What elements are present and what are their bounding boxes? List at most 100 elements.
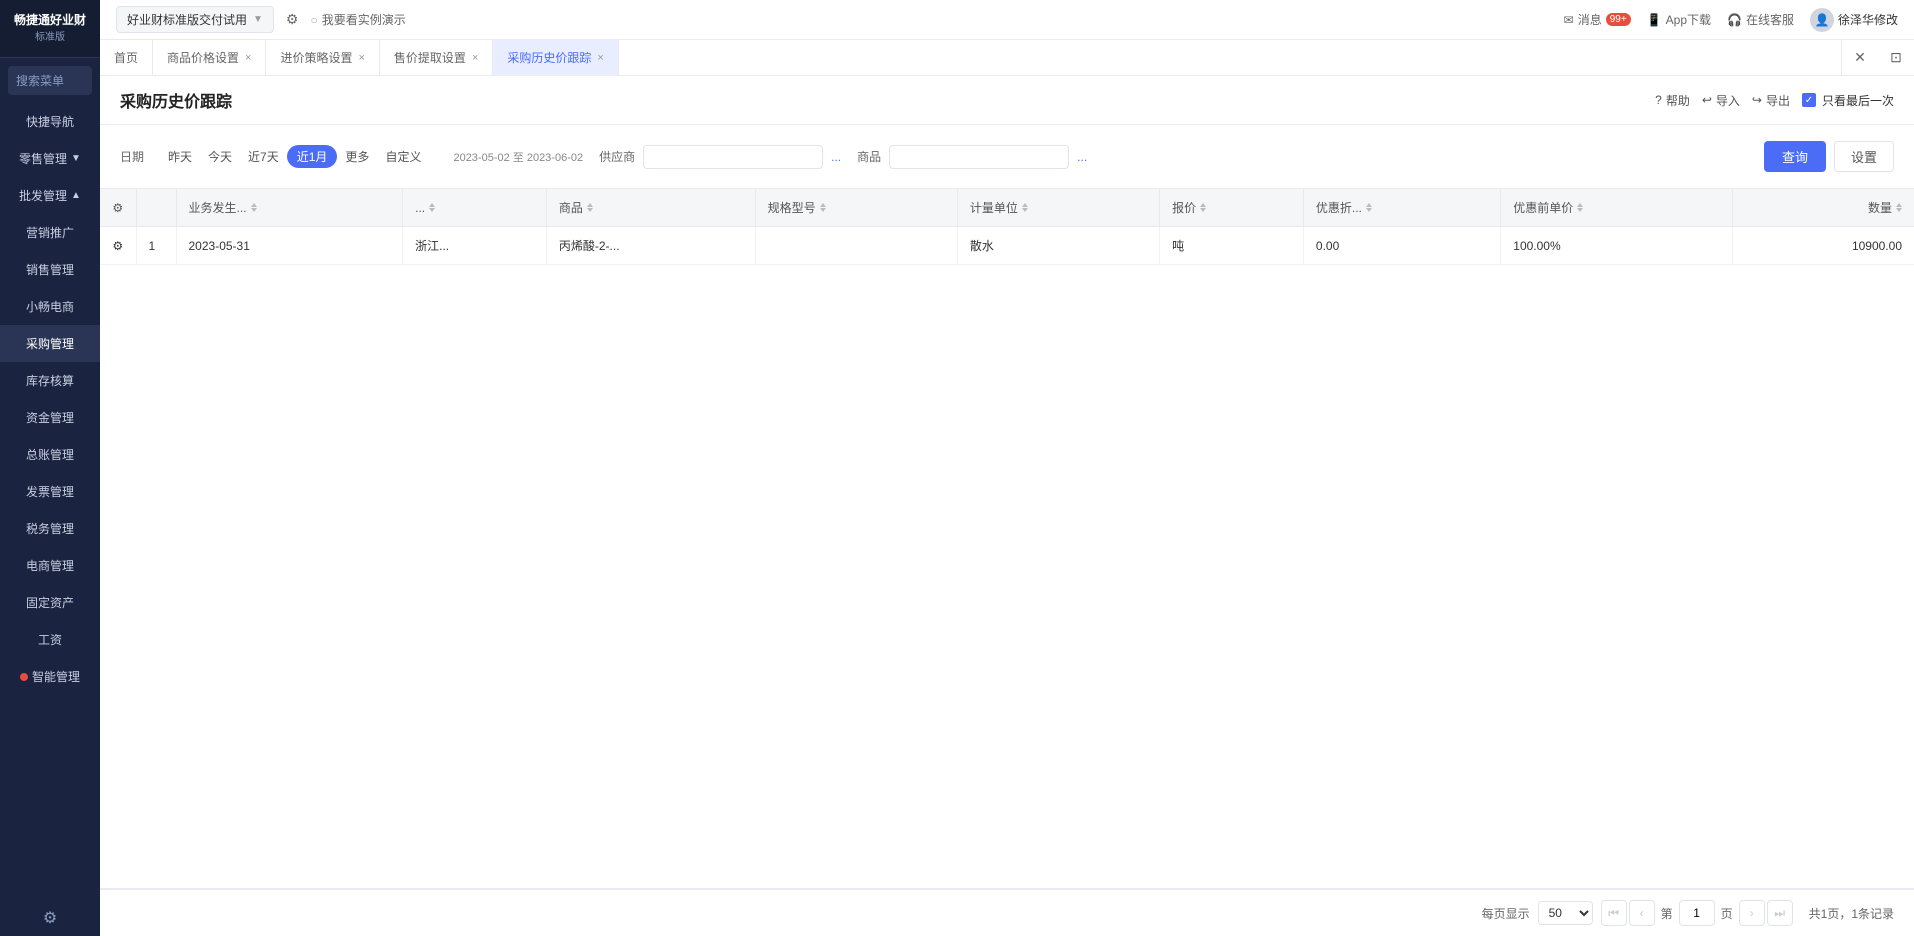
help-button[interactable]: ? 帮助 [1655,92,1690,109]
product-input[interactable] [889,145,1069,169]
col-product[interactable]: 商品 [546,189,755,227]
tab-home[interactable]: 首页 [100,40,153,76]
only-last-checkbox[interactable]: ✓ [1802,93,1816,107]
tab-sale-close[interactable]: × [472,52,478,64]
tab-close-button[interactable]: ✕ [1842,40,1878,76]
filter-row: 日期 昨天 今天 近7天 近1月 更多 自定义 2023-05-02 至 202… [120,141,1894,172]
only-last-check[interactable]: ✓ 只看最后一次 [1802,92,1894,109]
app-logo: 畅捷通好业财 标准版 [0,0,100,58]
import-icon: ↩ [1702,93,1712,107]
topbar-settings-icon[interactable]: ⚙ [286,11,299,28]
page-header-actions: ? 帮助 ↩ 导入 ↪ 导出 ✓ 只看最后一次 [1655,92,1894,109]
topbar: 好业财标准版交付试用 ▼ ⚙ 我要看实例演示 ✉ 消息 99+ 📱 App下载 … [100,0,1914,40]
sidebar-item-assets[interactable]: 固定资产 [0,584,100,621]
sidebar-item-invoice[interactable]: 发票管理 [0,473,100,510]
tab-strategy-label: 进价策略设置 [280,49,352,66]
filter-area: 日期 昨天 今天 近7天 近1月 更多 自定义 2023-05-02 至 202… [100,125,1914,189]
col-spec[interactable]: 规格型号 [755,189,957,227]
product-selector[interactable]: 好业财标准版交付试用 ▼ [116,6,274,33]
sidebar-item-smart[interactable]: 智能管理 [0,658,100,695]
sidebar-item-marketing[interactable]: 营销推广 [0,214,100,251]
query-button[interactable]: 查询 [1764,141,1826,172]
prev-page-btn[interactable]: ‹ [1629,900,1655,926]
sidebar-item-quick-nav[interactable]: 快捷导航 [0,103,100,140]
sidebar-item-ledger[interactable]: 总账管理 [0,436,100,473]
col-quantity[interactable]: 数量 [1732,189,1914,227]
sidebar-search-area[interactable]: 搜索菜单 [0,58,100,103]
app-download-button[interactable]: 📱 App下载 [1647,11,1711,28]
sidebar-item-wholesale[interactable]: 批发管理 ▲ [0,177,100,214]
sort-product-icon [587,203,593,212]
row-unit-price: 10900.00 [1732,227,1914,265]
tab-strategy-close[interactable]: × [358,52,364,64]
data-table: ⚙ 业务发生... [100,189,1914,265]
pagination-total: 共1页，1条记录 [1809,905,1894,922]
sidebar-item-payroll[interactable]: 工资 [0,621,100,658]
sidebar-item-finance[interactable]: 资金管理 [0,399,100,436]
export-button[interactable]: ↪ 导出 [1752,92,1790,109]
date-btn-1month[interactable]: 近1月 [287,145,338,168]
sidebar-item-inventory[interactable]: 库存核算 [0,362,100,399]
col-unit-price[interactable]: 优惠前单价 [1501,189,1732,227]
table-area: ⚙ 业务发生... [100,189,1914,888]
next-page-btn[interactable]: › [1739,900,1765,926]
date-btn-more[interactable]: 更多 [337,145,377,168]
sidebar-item-tax[interactable]: 税务管理 [0,510,100,547]
message-button[interactable]: ✉ 消息 99+ [1564,11,1631,28]
search-menu-button[interactable]: 搜索菜单 [8,66,92,95]
sidebar-item-ecom[interactable]: 电商管理 [0,547,100,584]
product-label: 商品 [857,148,881,165]
per-page-select[interactable]: 10 20 50 100 [1538,901,1593,925]
demo-button[interactable]: 我要看实例演示 [310,11,405,28]
last-page-btn[interactable]: ⏭ [1767,900,1793,926]
tab-expand-button[interactable]: ⊡ [1878,40,1914,76]
main-area: 好业财标准版交付试用 ▼ ⚙ 我要看实例演示 ✉ 消息 99+ 📱 App下载 … [100,0,1914,936]
tab-sale[interactable]: 售价提取设置 × [380,40,493,76]
date-btn-custom[interactable]: 自定义 [377,145,429,168]
row-discount: 100.00% [1501,227,1732,265]
col-date[interactable]: 业务发生... [176,189,403,227]
online-service-button[interactable]: 🎧 在线客服 [1727,11,1794,28]
col-extra[interactable]: ... [403,189,547,227]
help-icon: ? [1655,93,1662,107]
row-index: 1 [136,227,176,265]
col-unit[interactable]: 计量单位 [957,189,1159,227]
sidebar-item-purchase[interactable]: 采购管理 [0,325,100,362]
first-page-btn[interactable]: ⏮ [1601,900,1627,926]
sort-price-icon [1200,203,1206,212]
chevron-up-icon: ▲ [71,190,81,201]
col-price[interactable]: 报价 [1160,189,1304,227]
chevron-down-icon: ▼ [71,153,81,164]
row-price-unit: 吨 [1160,227,1304,265]
tab-price[interactable]: 商品价格设置 × [153,40,266,76]
message-badge: 99+ [1606,13,1631,26]
dropdown-arrow-icon: ▼ [253,14,263,25]
sort-unit-icon [1022,203,1028,212]
date-btn-7days[interactable]: 近7天 [240,145,287,168]
page-prefix-label: 第 [1661,905,1673,922]
pagination-bar: 每页显示 10 20 50 100 ⏮ ‹ 第 页 › ⏭ 共1页，1条记录 [100,889,1914,936]
supplier-more-btn[interactable]: ... [831,150,841,164]
product-more-btn[interactable]: ... [1077,150,1087,164]
tab-history[interactable]: 采购历史价跟踪 × [493,40,618,76]
user-menu-button[interactable]: 👤 徐泽华修改 [1810,8,1898,32]
date-btn-today[interactable]: 今天 [200,145,240,168]
sidebar-item-ecom-light[interactable]: 小畅电商 [0,288,100,325]
help-label: 帮助 [1666,92,1690,109]
tab-price-close[interactable]: × [245,52,251,64]
tab-history-close[interactable]: × [597,52,603,64]
row-gear[interactable]: ⚙ [100,227,136,265]
page-title: 采购历史价跟踪 [120,88,232,112]
supplier-input[interactable] [643,145,823,169]
sidebar-item-sales[interactable]: 销售管理 [0,251,100,288]
col-discount[interactable]: 优惠折... [1303,189,1500,227]
tab-strategy[interactable]: 进价策略设置 × [266,40,379,76]
date-btn-yesterday[interactable]: 昨天 [160,145,200,168]
page-number-input[interactable] [1679,900,1715,926]
tabbar: 首页 商品价格设置 × 进价策略设置 × 售价提取设置 × 采购历史价跟踪 × … [100,40,1914,76]
settings-icon[interactable]: ⚙ [8,908,92,928]
sidebar-item-retail[interactable]: 零售管理 ▼ [0,140,100,177]
col-gear[interactable]: ⚙ [100,189,136,227]
import-button[interactable]: ↩ 导入 [1702,92,1740,109]
settings-button[interactable]: 设置 [1834,141,1894,172]
